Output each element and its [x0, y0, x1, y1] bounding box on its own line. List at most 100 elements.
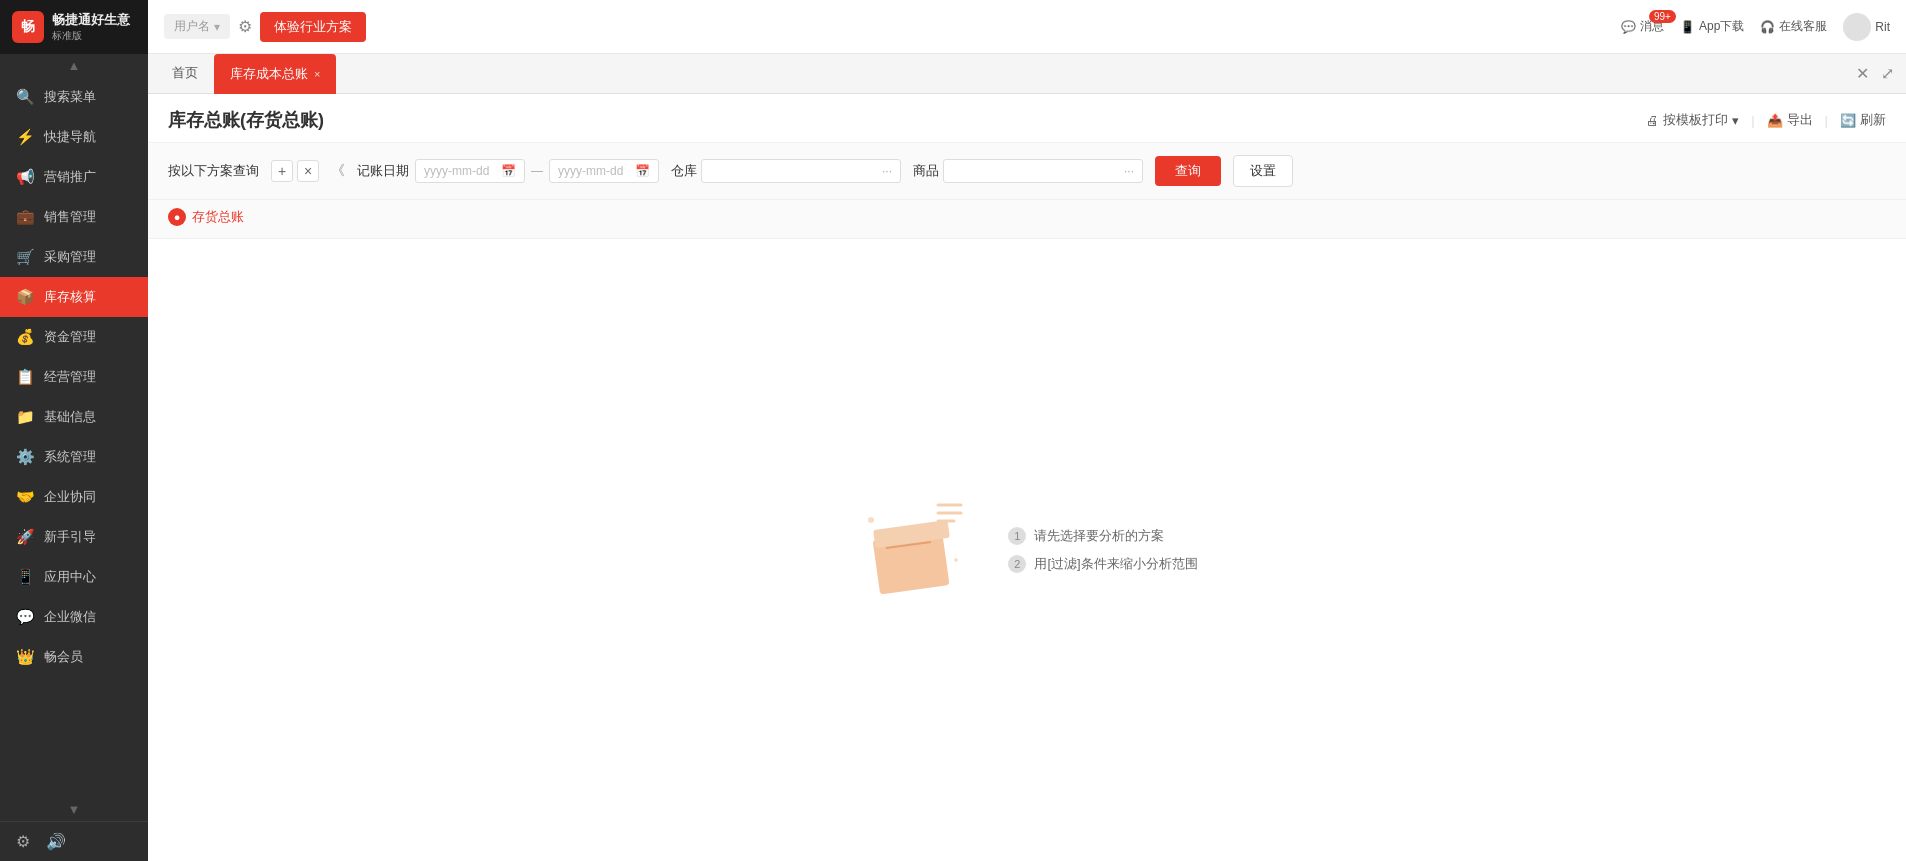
- sidebar-item-basic[interactable]: 📁 基础信息: [0, 397, 148, 437]
- empty-illustration: [856, 490, 976, 610]
- audio-icon[interactable]: 🔊: [46, 832, 66, 851]
- empty-info: 1 请先选择要分析的方案 2 用[过滤]条件来缩小分析范围: [1008, 527, 1197, 573]
- query-button[interactable]: 查询: [1155, 156, 1221, 186]
- filter-delete-button[interactable]: ×: [297, 160, 319, 182]
- message-btn[interactable]: 💬 消息 99+: [1621, 18, 1664, 35]
- money-icon: 💰: [16, 328, 34, 346]
- print-btn[interactable]: 🖨 按模板打印 ▾: [1646, 111, 1739, 129]
- sidebar-item-label: 库存核算: [44, 288, 96, 306]
- scheme-label: 存货总账: [192, 208, 244, 226]
- mobile-icon: 📱: [16, 568, 34, 586]
- content-area: 库存总账(存货总账) 🖨 按模板打印 ▾ | 📤 导出 | 🔄 刷新: [148, 94, 1906, 861]
- headset-icon: 🎧: [1760, 20, 1775, 34]
- filter-date-to[interactable]: yyyy-mm-dd 📅: [549, 159, 659, 183]
- svg-point-6: [868, 517, 874, 523]
- export-btn[interactable]: 📤 导出: [1767, 111, 1813, 129]
- print-dropdown-icon: ▾: [1732, 113, 1739, 128]
- settings-button[interactable]: 设置: [1233, 155, 1293, 187]
- main-area: 用户名 ▾ ⚙ 体验行业方案 💬 消息 99+ 📱 App下载 🎧 在线客服: [148, 0, 1906, 861]
- sidebar-scroll-up[interactable]: ▲: [0, 54, 148, 77]
- page-title: 库存总账(存货总账): [168, 108, 324, 132]
- sidebar-item-purchase[interactable]: 🛒 采购管理: [0, 237, 148, 277]
- filter-warehouse-input[interactable]: ···: [701, 159, 901, 183]
- user-label: 用户名: [174, 18, 210, 35]
- tab-home[interactable]: 首页: [156, 54, 214, 94]
- avatar: [1843, 13, 1871, 41]
- export-icon: 📤: [1767, 113, 1783, 128]
- sidebar-item-label: 快捷导航: [44, 128, 96, 146]
- sidebar-item-shortcut[interactable]: ⚡ 快捷导航: [0, 117, 148, 157]
- gear-icon: ⚙️: [16, 448, 34, 466]
- tab-resize-action-icon[interactable]: ⤢: [1877, 60, 1898, 87]
- topbar-user-selector[interactable]: 用户名 ▾: [164, 14, 230, 39]
- industry-btn[interactable]: 体验行业方案: [260, 12, 366, 42]
- sidebar-item-label: 基础信息: [44, 408, 96, 426]
- sidebar-item-inventory[interactable]: 📦 库存核算: [0, 277, 148, 317]
- sidebar-header: 畅 畅捷通好生意 标准版: [0, 0, 148, 54]
- app-download-label: App下载: [1699, 18, 1744, 35]
- filter-scheme-item[interactable]: ● 存货总账: [168, 208, 244, 226]
- tab-inventory-ledger[interactable]: 库存成本总账 ×: [214, 54, 336, 94]
- sidebar-scroll-down[interactable]: ▼: [0, 798, 148, 821]
- sidebar-item-system[interactable]: ⚙️ 系统管理: [0, 437, 148, 477]
- tabs-bar: 首页 库存成本总账 × ✕ ⤢: [148, 54, 1906, 94]
- filter-date-from[interactable]: yyyy-mm-dd 📅: [415, 159, 525, 183]
- sidebar-nav: 🔍 搜索菜单 ⚡ 快捷导航 📢 营销推广 💼 销售管理 🛒 采购管理 📦 库存核…: [0, 77, 148, 798]
- clipboard-icon: 📋: [16, 368, 34, 386]
- sidebar-item-apps[interactable]: 📱 应用中心: [0, 557, 148, 597]
- sidebar-item-wechat[interactable]: 💬 企业微信: [0, 597, 148, 637]
- sidebar-item-newbie[interactable]: 🚀 新手引导: [0, 517, 148, 557]
- page-actions: 🖨 按模板打印 ▾ | 📤 导出 | 🔄 刷新: [1646, 111, 1886, 129]
- tab-home-label: 首页: [172, 64, 198, 82]
- topbar: 用户名 ▾ ⚙ 体验行业方案 💬 消息 99+ 📱 App下载 🎧 在线客服: [148, 0, 1906, 54]
- folder-icon: 📁: [16, 408, 34, 426]
- megaphone-icon: 📢: [16, 168, 34, 186]
- sidebar-item-operation[interactable]: 📋 经营管理: [0, 357, 148, 397]
- filter-warehouse-group: 仓库 ···: [671, 159, 901, 183]
- refresh-label: 刷新: [1860, 111, 1886, 129]
- printer-icon: 🖨: [1646, 113, 1659, 128]
- user-avatar-area[interactable]: Rit: [1843, 13, 1890, 41]
- sidebar-item-sales[interactable]: 💼 销售管理: [0, 197, 148, 237]
- settings-footer-icon[interactable]: ⚙: [16, 832, 30, 851]
- sidebar-item-label: 资金管理: [44, 328, 96, 346]
- tab-active-label: 库存成本总账: [230, 65, 308, 83]
- sidebar-item-finance[interactable]: 💰 资金管理: [0, 317, 148, 357]
- app-download-btn[interactable]: 📱 App下载: [1680, 18, 1744, 35]
- crown-icon: 👑: [16, 648, 34, 666]
- search-icon: 🔍: [16, 88, 34, 106]
- refresh-btn[interactable]: 🔄 刷新: [1840, 111, 1886, 129]
- tab-close-icon[interactable]: ×: [314, 68, 320, 80]
- rocket-icon: 🚀: [16, 528, 34, 546]
- filter-collapse-icon[interactable]: 《: [331, 162, 345, 180]
- print-label: 按模板打印: [1663, 111, 1728, 129]
- sidebar-item-marketing[interactable]: 📢 营销推广: [0, 157, 148, 197]
- tab-close-action-icon[interactable]: ✕: [1852, 60, 1873, 87]
- sidebar-item-enterprise[interactable]: 🤝 企业协同: [0, 477, 148, 517]
- sidebar-item-member[interactable]: 👑 畅会员: [0, 637, 148, 677]
- filter-add-button[interactable]: +: [271, 160, 293, 182]
- sidebar-item-label: 新手引导: [44, 528, 96, 546]
- chat-icon: 💬: [16, 608, 34, 626]
- topbar-gear-icon[interactable]: ⚙: [238, 17, 252, 36]
- app-logo: 畅: [12, 11, 44, 43]
- calendar-from-icon: 📅: [501, 164, 516, 178]
- empty-state: 1 请先选择要分析的方案 2 用[过滤]条件来缩小分析范围: [148, 239, 1906, 861]
- filter-date-group: 记账日期 yyyy-mm-dd 📅 — yyyy-mm-dd 📅: [357, 159, 659, 183]
- filter-bar: 按以下方案查询 + × 《 记账日期 yyyy-mm-dd 📅 — yyyy-m…: [148, 143, 1906, 200]
- sidebar-item-label: 企业协同: [44, 488, 96, 506]
- empty-hint-1: 1 请先选择要分析的方案: [1008, 527, 1197, 545]
- refresh-icon: 🔄: [1840, 113, 1856, 128]
- sidebar-item-label: 经营管理: [44, 368, 96, 386]
- online-service-btn[interactable]: 🎧 在线客服: [1760, 18, 1827, 35]
- warehouse-more-icon: ···: [882, 164, 892, 178]
- filter-goods-input[interactable]: ···: [943, 159, 1143, 183]
- sidebar-item-label: 畅会员: [44, 648, 83, 666]
- sidebar-item-label: 搜索菜单: [44, 88, 96, 106]
- hint-text-1: 请先选择要分析的方案: [1034, 527, 1164, 545]
- message-icon: 💬: [1621, 20, 1636, 34]
- online-service-label: 在线客服: [1779, 18, 1827, 35]
- sidebar-item-search[interactable]: 🔍 搜索菜单: [0, 77, 148, 117]
- date-from-placeholder: yyyy-mm-dd: [424, 164, 489, 178]
- scheme-dot-icon: ●: [168, 208, 186, 226]
